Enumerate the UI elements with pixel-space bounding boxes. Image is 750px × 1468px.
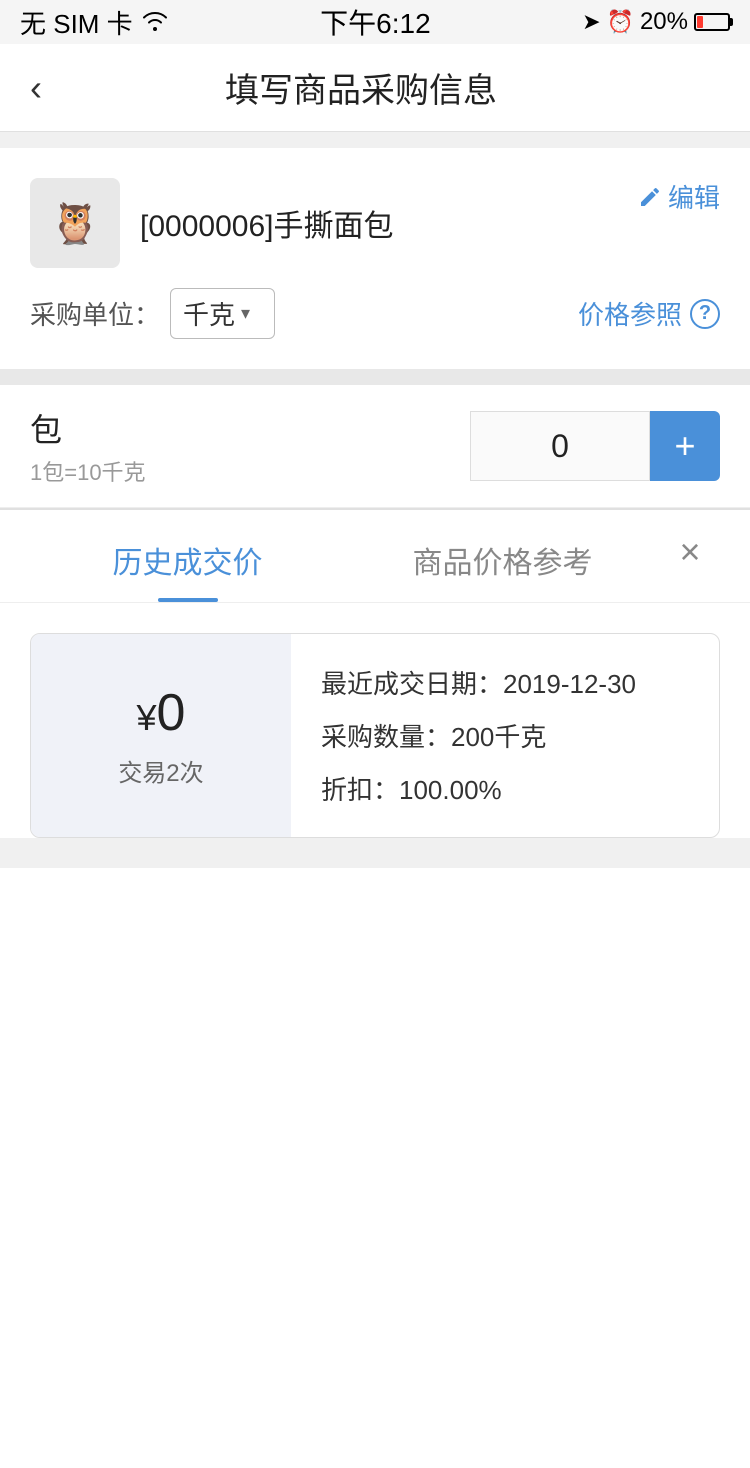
qty-plus-button[interactable]: +	[650, 411, 720, 481]
qty-value: 0	[551, 428, 569, 465]
battery-icon	[694, 13, 730, 31]
discount-line: 折扣：100.00%	[321, 770, 689, 807]
product-card: 🦉 [0000006]手撕面包 编辑 采购单位： 千克 价格参照 ?	[0, 148, 750, 369]
edit-label: 编辑	[668, 178, 720, 215]
alarm-icon: ⏰	[607, 9, 634, 35]
status-bar: 无 SIM 卡 下午6:12 ➤ ⏰ 20%	[0, 0, 750, 44]
qty-detail-value: 200千克	[451, 722, 546, 752]
history-left: ¥0 交易2次	[31, 634, 291, 837]
unit-value: 千克	[183, 295, 235, 332]
product-meta: 采购单位： 千克 价格参照 ?	[30, 288, 720, 339]
latest-date-label: 最近成交日期：	[321, 669, 503, 699]
qty-conversion: 1包=10千克	[30, 455, 146, 487]
edit-icon	[638, 185, 662, 209]
status-right: ➤ ⏰ 20%	[582, 8, 730, 36]
tab-close-button[interactable]: ×	[660, 531, 720, 581]
tab-price-ref[interactable]: 商品价格参考	[345, 510, 660, 602]
latest-date-line: 最近成交日期：2019-12-30	[321, 664, 689, 701]
price-value: 0	[157, 684, 186, 742]
product-thumbnail: 🦉	[30, 178, 120, 268]
page-title: 填写商品采购信息	[42, 63, 680, 112]
price-display: ¥0	[137, 683, 186, 743]
nav-bar: ‹ 填写商品采购信息	[0, 44, 750, 132]
bottom-panel: 历史成交价 商品价格参考 × ¥0 交易2次 最近成交日期：2019-12-30…	[0, 508, 750, 838]
unit-dropdown[interactable]: 千克	[170, 288, 275, 339]
wifi-icon	[141, 7, 169, 38]
price-ref-button[interactable]: 价格参照 ?	[578, 295, 720, 332]
back-button[interactable]: ‹	[30, 67, 42, 109]
tab-history-price[interactable]: 历史成交价	[30, 510, 345, 602]
history-right: 最近成交日期：2019-12-30 采购数量：200千克 折扣：100.00%	[291, 634, 719, 837]
qty-input[interactable]: 0	[470, 411, 650, 481]
carrier-text: 无 SIM 卡	[20, 4, 133, 41]
location-icon: ➤	[582, 9, 600, 35]
unit-label: 采购单位：	[30, 295, 160, 332]
tabs-row: 历史成交价 商品价格参考 ×	[0, 510, 750, 603]
product-header: 🦉 [0000006]手撕面包 编辑	[30, 178, 720, 268]
qty-detail-label: 采购数量：	[321, 722, 451, 752]
white-fill	[0, 868, 750, 1468]
discount-value: 100.00%	[399, 775, 502, 805]
history-price-card: ¥0 交易2次 最近成交日期：2019-12-30 采购数量：200千克 折扣：…	[30, 633, 720, 838]
price-ref-label: 价格参照	[578, 295, 682, 332]
qty-control: 0 +	[470, 411, 720, 481]
status-left: 无 SIM 卡	[20, 4, 169, 41]
edit-button[interactable]: 编辑	[638, 178, 720, 215]
info-icon: ?	[690, 299, 720, 329]
currency-symbol: ¥	[137, 697, 157, 738]
product-logo: 🦉	[50, 200, 100, 247]
qty-unit-label: 包	[30, 405, 146, 451]
qty-label-area: 包 1包=10千克	[30, 405, 146, 487]
product-name: [0000006]手撕面包	[140, 201, 393, 245]
latest-date-value: 2019-12-30	[503, 669, 636, 699]
qty-line: 采购数量：200千克	[321, 717, 689, 754]
status-time: 下午6:12	[320, 2, 431, 42]
battery-percent: 20%	[640, 8, 688, 36]
quantity-row: 包 1包=10千克 0 +	[0, 385, 750, 508]
trade-count: 交易2次	[118, 753, 203, 788]
discount-label: 折扣：	[321, 775, 399, 805]
product-left: 🦉 [0000006]手撕面包	[30, 178, 393, 268]
divider-strip	[0, 369, 750, 385]
unit-row: 采购单位： 千克	[30, 288, 275, 339]
